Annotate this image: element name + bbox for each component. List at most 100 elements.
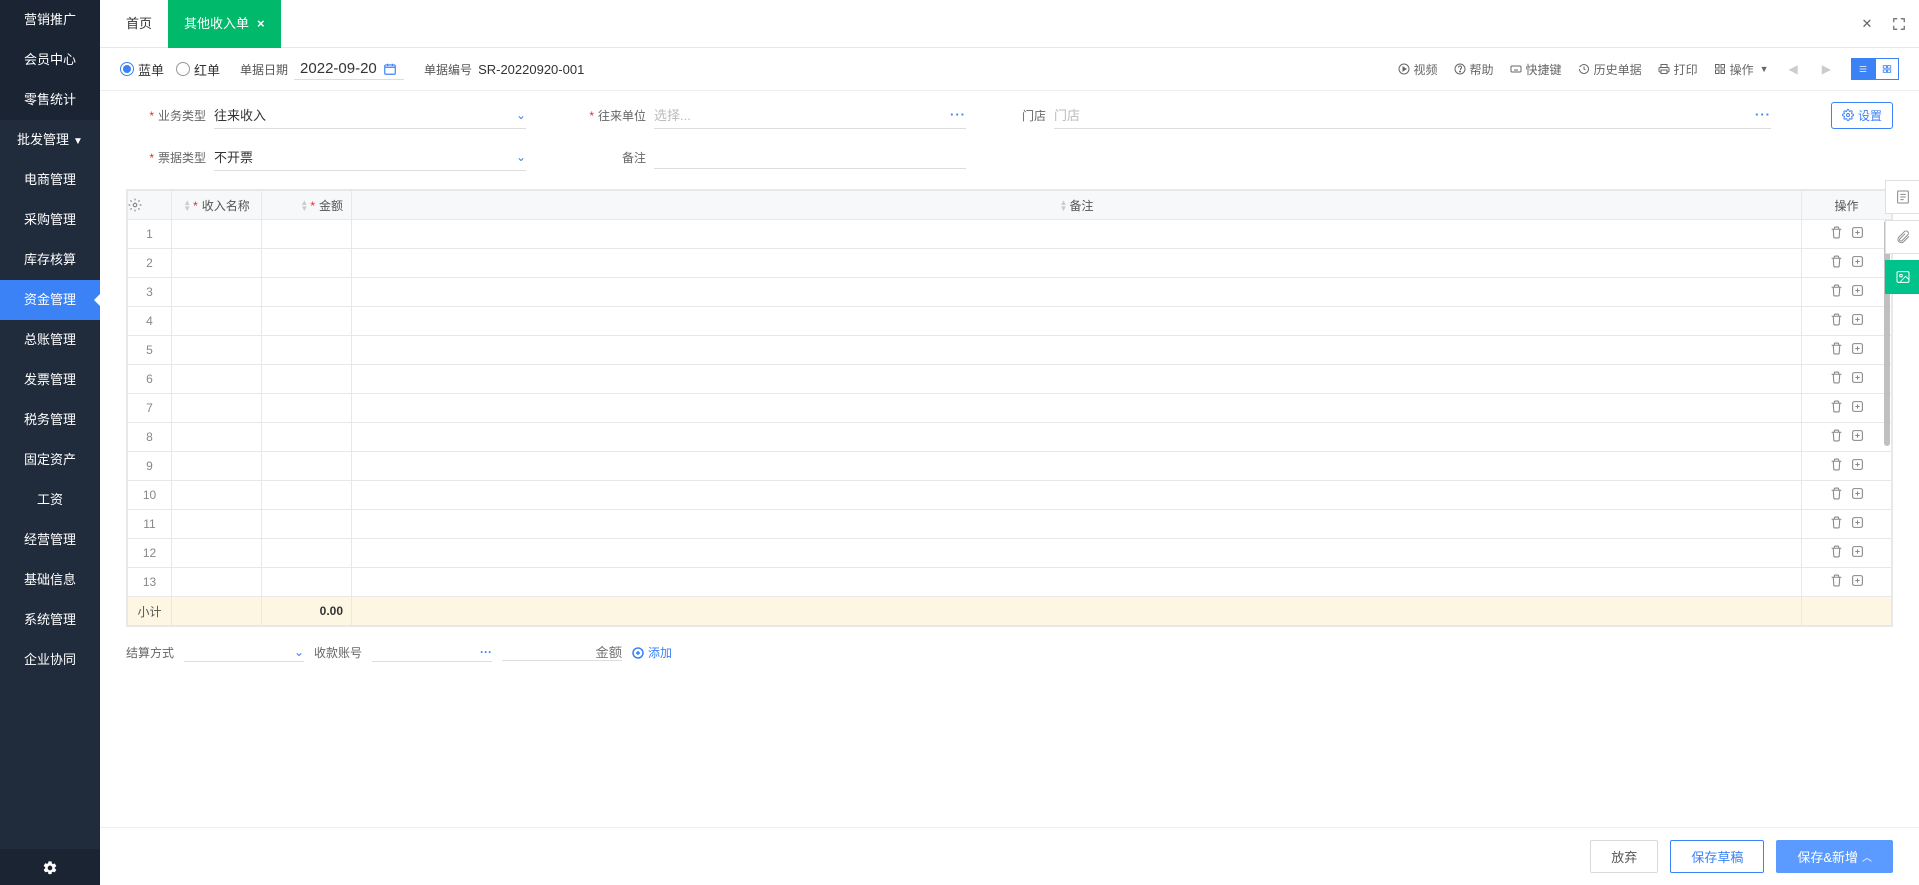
- cell-income-name[interactable]: [172, 220, 262, 249]
- add-row-icon[interactable]: [1851, 400, 1864, 413]
- table-row[interactable]: 2: [128, 249, 1892, 278]
- sidebar-item-wholesale[interactable]: 批发管理▼: [0, 120, 100, 160]
- sidebar-item-system[interactable]: 系统管理: [0, 600, 100, 640]
- add-row-icon[interactable]: [1851, 545, 1864, 558]
- sidebar-item-funds[interactable]: 资金管理: [0, 280, 100, 320]
- delete-row-icon[interactable]: [1830, 458, 1843, 471]
- table-row[interactable]: 4: [128, 307, 1892, 336]
- delete-row-icon[interactable]: [1830, 342, 1843, 355]
- settle-account-select[interactable]: ···: [372, 643, 492, 662]
- help-link[interactable]: 帮助: [1454, 61, 1494, 78]
- sidebar-item-tax[interactable]: 税务管理: [0, 400, 100, 440]
- discard-button[interactable]: 放弃: [1590, 840, 1658, 873]
- cell-amount[interactable]: [262, 539, 352, 568]
- add-row-icon[interactable]: [1851, 458, 1864, 471]
- close-window-icon[interactable]: ✕: [1857, 14, 1877, 34]
- cell-remark[interactable]: [352, 307, 1802, 336]
- delete-row-icon[interactable]: [1830, 284, 1843, 297]
- remark-input[interactable]: [654, 145, 966, 169]
- sidebar-item-ecommerce[interactable]: 电商管理: [0, 160, 100, 200]
- view-card-button[interactable]: [1875, 58, 1899, 80]
- cell-income-name[interactable]: [172, 510, 262, 539]
- sidebar-item-retail-stats[interactable]: 零售统计: [0, 80, 100, 120]
- delete-row-icon[interactable]: [1830, 545, 1843, 558]
- sidebar-item-fixed-assets[interactable]: 固定资产: [0, 440, 100, 480]
- sidebar-item-invoice[interactable]: 发票管理: [0, 360, 100, 400]
- table-row[interactable]: 12: [128, 539, 1892, 568]
- sidebar-settings-gear[interactable]: [0, 849, 100, 885]
- cell-income-name[interactable]: [172, 481, 262, 510]
- delete-row-icon[interactable]: [1830, 313, 1843, 326]
- doc-date-input[interactable]: 2022-09-20: [294, 58, 404, 80]
- delete-row-icon[interactable]: [1830, 226, 1843, 239]
- cell-income-name[interactable]: [172, 423, 262, 452]
- cell-remark[interactable]: [352, 220, 1802, 249]
- col-gear[interactable]: [128, 191, 172, 220]
- unit-select[interactable]: 选择... ···: [654, 101, 966, 129]
- history-link[interactable]: 历史单据: [1578, 61, 1642, 78]
- cell-income-name[interactable]: [172, 568, 262, 597]
- sidebar-item-salary[interactable]: 工资: [0, 480, 100, 520]
- sidebar-item-purchase[interactable]: 采购管理: [0, 200, 100, 240]
- add-row-icon[interactable]: [1851, 342, 1864, 355]
- add-row-icon[interactable]: [1851, 371, 1864, 384]
- cell-income-name[interactable]: [172, 336, 262, 365]
- cell-remark[interactable]: [352, 336, 1802, 365]
- sidebar-item-enterprise[interactable]: 企业协同: [0, 640, 100, 680]
- table-row[interactable]: 6: [128, 365, 1892, 394]
- prev-doc-arrow[interactable]: ◀: [1785, 62, 1802, 76]
- cell-income-name[interactable]: [172, 365, 262, 394]
- add-row-icon[interactable]: [1851, 284, 1864, 297]
- table-row[interactable]: 7: [128, 394, 1892, 423]
- biz-type-select[interactable]: 往来收入 ⌄: [214, 101, 526, 129]
- cell-amount[interactable]: [262, 481, 352, 510]
- delete-row-icon[interactable]: [1830, 400, 1843, 413]
- float-attach-button[interactable]: [1885, 220, 1919, 254]
- cell-remark[interactable]: [352, 452, 1802, 481]
- cell-amount[interactable]: [262, 452, 352, 481]
- float-image-button[interactable]: [1885, 260, 1919, 294]
- add-row-icon[interactable]: [1851, 313, 1864, 326]
- cell-income-name[interactable]: [172, 452, 262, 481]
- cell-income-name[interactable]: [172, 249, 262, 278]
- tab-home[interactable]: 首页: [110, 0, 168, 48]
- cell-amount[interactable]: [262, 307, 352, 336]
- delete-row-icon[interactable]: [1830, 371, 1843, 384]
- cell-income-name[interactable]: [172, 307, 262, 336]
- sidebar-item-inventory[interactable]: 库存核算: [0, 240, 100, 280]
- settings-button[interactable]: 设置: [1831, 102, 1893, 129]
- delete-row-icon[interactable]: [1830, 255, 1843, 268]
- video-link[interactable]: 视频: [1398, 61, 1438, 78]
- add-row-icon[interactable]: [1851, 516, 1864, 529]
- delete-row-icon[interactable]: [1830, 429, 1843, 442]
- action-link[interactable]: 操作 ▼: [1714, 61, 1769, 78]
- cell-amount[interactable]: [262, 423, 352, 452]
- cell-remark[interactable]: [352, 278, 1802, 307]
- sidebar-item-ledger[interactable]: 总账管理: [0, 320, 100, 360]
- cell-income-name[interactable]: [172, 539, 262, 568]
- add-row-icon[interactable]: [1851, 429, 1864, 442]
- cell-remark[interactable]: [352, 423, 1802, 452]
- radio-red[interactable]: 红单: [176, 60, 220, 79]
- cell-amount[interactable]: [262, 510, 352, 539]
- settle-method-select[interactable]: ⌄: [184, 643, 304, 662]
- col-amount[interactable]: ▲▼*金额: [262, 191, 352, 220]
- cell-remark[interactable]: [352, 510, 1802, 539]
- delete-row-icon[interactable]: [1830, 574, 1843, 587]
- next-doc-arrow[interactable]: ▶: [1818, 62, 1835, 76]
- add-row-icon[interactable]: [1851, 487, 1864, 500]
- table-row[interactable]: 13: [128, 568, 1892, 597]
- cell-remark[interactable]: [352, 249, 1802, 278]
- tab-other-income[interactable]: 其他收入单 ×: [168, 0, 281, 48]
- view-list-button[interactable]: [1851, 58, 1875, 80]
- cell-amount[interactable]: [262, 336, 352, 365]
- cell-income-name[interactable]: [172, 394, 262, 423]
- sidebar-item-marketing[interactable]: 营销推广: [0, 0, 100, 40]
- table-row[interactable]: 5: [128, 336, 1892, 365]
- radio-blue[interactable]: 蓝单: [120, 60, 164, 79]
- cell-remark[interactable]: [352, 481, 1802, 510]
- save-new-button[interactable]: 保存&新增 ︿: [1776, 840, 1893, 873]
- table-row[interactable]: 3: [128, 278, 1892, 307]
- add-row-icon[interactable]: [1851, 574, 1864, 587]
- delete-row-icon[interactable]: [1830, 487, 1843, 500]
